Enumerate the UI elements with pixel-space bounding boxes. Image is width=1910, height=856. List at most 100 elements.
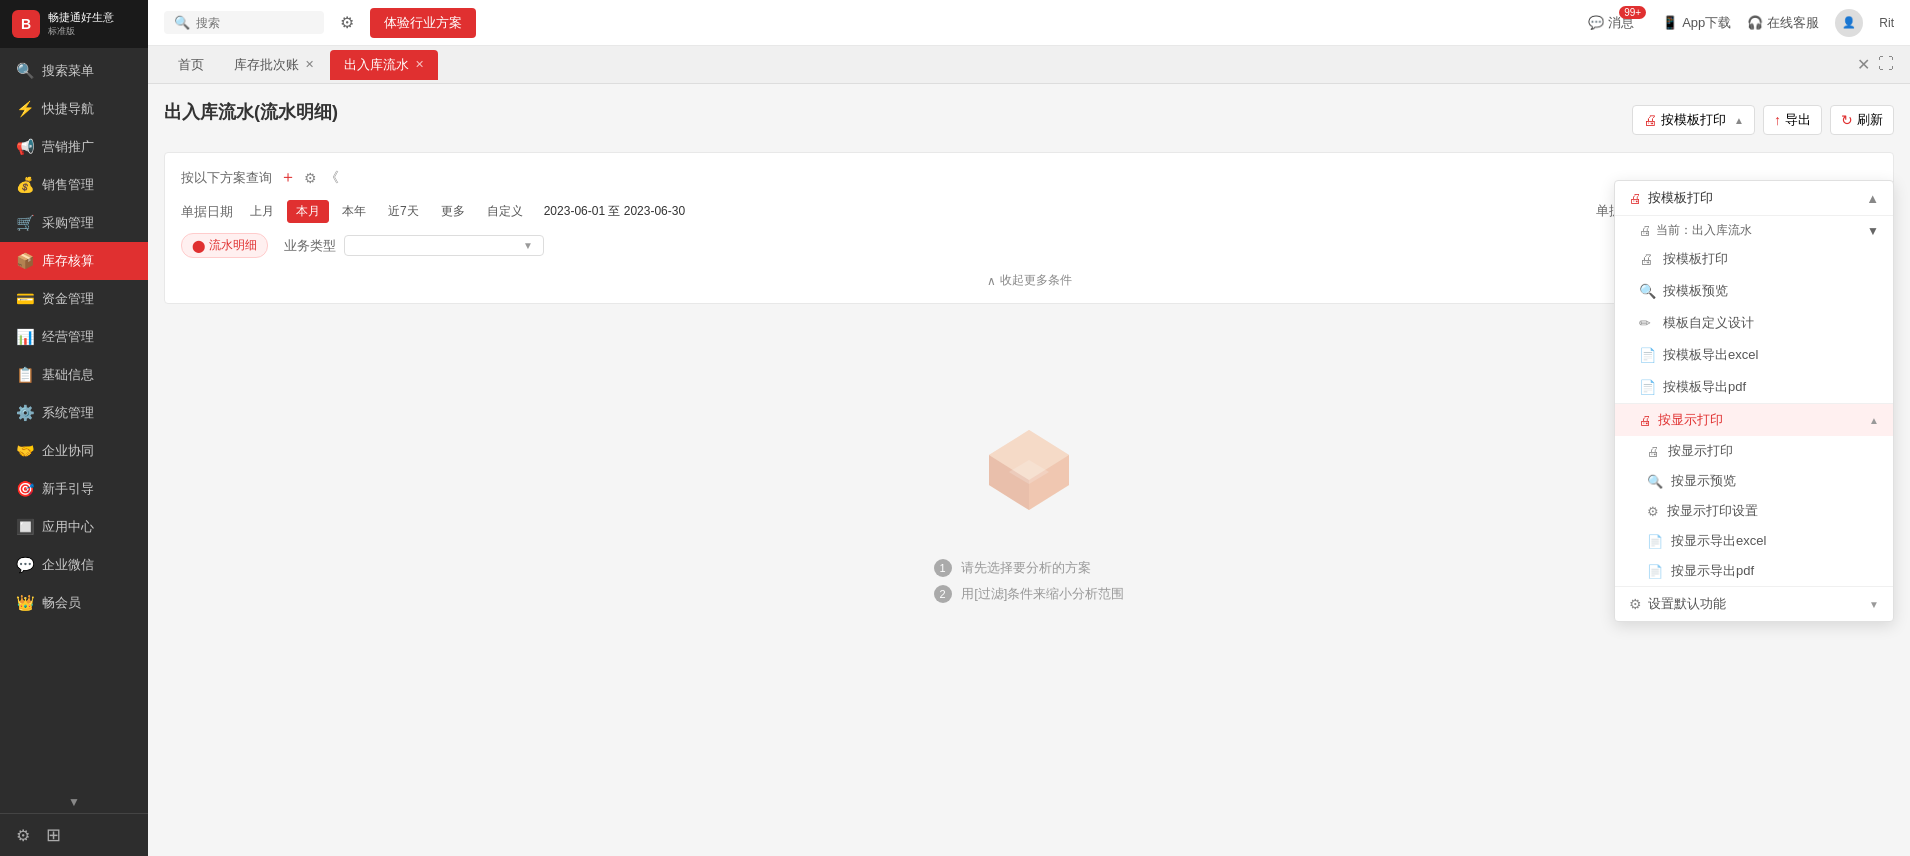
template-custom-icon: ✏ — [1639, 315, 1655, 331]
sidebar-item-label: 销售管理 — [42, 176, 94, 194]
phone-icon: 📱 — [1662, 15, 1678, 30]
empty-hint-1: 1 请先选择要分析的方案 — [934, 559, 1092, 577]
panel-item-display-print-settings[interactable]: ⚙ 按显示打印设置 — [1615, 496, 1893, 526]
date-range-display: 2023-06-01 至 2023-06-30 — [544, 203, 685, 220]
panel-current-indicator: 🖨 当前：出入库流水 ▼ — [1615, 216, 1893, 243]
date-btn-last7[interactable]: 近7天 — [379, 200, 428, 223]
panel-item-template-preview[interactable]: 🔍 按模板预览 — [1615, 275, 1893, 307]
sidebar-item-purchase[interactable]: 🛒 采购管理 — [0, 204, 148, 242]
sidebar-item-basic[interactable]: 📋 基础信息 — [0, 356, 148, 394]
panel-item-template-excel[interactable]: 📄 按模板导出excel — [1615, 339, 1893, 371]
refresh-button[interactable]: ↻ 刷新 — [1830, 105, 1894, 135]
panel-item-display-preview[interactable]: 🔍 按显示预览 — [1615, 466, 1893, 496]
headset-icon: 🎧 — [1747, 15, 1763, 30]
panel-footer-default[interactable]: ⚙ 设置默认功能 ▼ — [1615, 587, 1893, 621]
sidebar-item-enterprise[interactable]: 🤝 企业协同 — [0, 432, 148, 470]
current-arrow-icon: ▼ — [1867, 224, 1879, 238]
sidebar-item-quick-nav[interactable]: ⚡ 快捷导航 — [0, 90, 148, 128]
industry-solution-button[interactable]: 体验行业方案 — [370, 8, 476, 38]
sidebar-item-guide[interactable]: 🎯 新手引导 — [0, 470, 148, 508]
sidebar-item-operation[interactable]: 📊 经营管理 — [0, 318, 148, 356]
app-download-label: App下载 — [1682, 14, 1731, 32]
date-btn-last-month[interactable]: 上月 — [241, 200, 283, 223]
sidebar-item-finance[interactable]: 💳 资金管理 — [0, 280, 148, 318]
close-window-icon[interactable]: ✕ — [1857, 55, 1870, 74]
export-button[interactable]: ↑ 导出 — [1763, 105, 1822, 135]
tab-flow[interactable]: 出入库流水 ✕ — [330, 50, 438, 80]
display-print-header[interactable]: 🖨 按显示打印 ▲ — [1615, 404, 1893, 436]
print-button[interactable]: 🖨 按模板打印 ▲ — [1632, 105, 1755, 135]
panel-chevron-up-icon[interactable]: ▲ — [1866, 191, 1879, 206]
target-icon: 🎯 — [16, 480, 34, 498]
business-type-select[interactable]: ▼ — [344, 235, 544, 256]
maximize-window-icon[interactable]: ⛶ — [1878, 55, 1894, 74]
sidebar-item-label: 畅会员 — [42, 594, 81, 612]
panel-item-display-excel[interactable]: 📄 按显示导出excel — [1615, 526, 1893, 556]
active-filter-tag[interactable]: ⬤ 流水明细 — [181, 233, 268, 258]
filter-tag-icon: ⬤ — [192, 239, 205, 253]
panel-item-label: 按显示打印 — [1668, 442, 1733, 460]
header-gear-button[interactable]: ⚙ — [336, 9, 358, 36]
display-print-section-icon: 🖨 — [1639, 413, 1652, 428]
sidebar-scroll-down[interactable]: ▼ — [0, 791, 148, 813]
sidebar-item-system[interactable]: ⚙️ 系统管理 — [0, 394, 148, 432]
empty-hint-2: 2 用[过滤]条件来缩小分析范围 — [934, 585, 1125, 603]
chat-icon: 💬 — [16, 556, 34, 574]
logo-icon: B — [12, 10, 40, 38]
sidebar-bottom: ⚙ ⊞ — [0, 813, 148, 856]
filter-label: 按以下方案查询 — [181, 169, 272, 187]
sidebar-item-member[interactable]: 👑 畅会员 — [0, 584, 148, 622]
tab-bar: 首页 库存批次账 ✕ 出入库流水 ✕ ✕ ⛶ — [148, 46, 1910, 84]
online-service-button[interactable]: 🎧 在线客服 — [1747, 14, 1819, 32]
app-download-button[interactable]: 📱 App下载 — [1662, 14, 1731, 32]
chevron-up-icon: ▲ — [1734, 115, 1744, 126]
business-type-label: 业务类型 — [284, 237, 336, 255]
main-area: 🔍 ⚙ 体验行业方案 💬 消息 99+ 📱 App下载 🎧 在线客服 👤 Ri — [148, 0, 1910, 856]
panel-item-label: 按模板导出pdf — [1663, 378, 1746, 396]
panel-item-label: 按显示导出pdf — [1671, 562, 1754, 580]
sidebar-item-sales[interactable]: 💰 销售管理 — [0, 166, 148, 204]
settings-icon[interactable]: ⚙ — [16, 826, 30, 845]
default-settings-icon: ⚙ — [1629, 596, 1642, 612]
header-search-input[interactable] — [196, 16, 296, 30]
template-print-section: 🖨 按模板打印 🔍 按模板预览 ✏ 模板自定义设计 📄 按模板导出excel 📄 — [1615, 243, 1893, 404]
tab-batch-close-icon[interactable]: ✕ — [305, 58, 314, 71]
panel-item-template-pdf[interactable]: 📄 按模板导出pdf — [1615, 371, 1893, 403]
tab-flow-close-icon[interactable]: ✕ — [415, 58, 424, 71]
crown-icon: 👑 — [16, 594, 34, 612]
sidebar-item-marketing[interactable]: 📢 营销推广 — [0, 128, 148, 166]
tab-batch[interactable]: 库存批次账 ✕ — [220, 50, 328, 80]
clipboard-icon: 📋 — [16, 366, 34, 384]
filter-collapse-button[interactable]: 《 — [325, 169, 339, 187]
date-btn-this-month[interactable]: 本月 — [287, 200, 329, 223]
date-btn-custom[interactable]: 自定义 — [478, 200, 532, 223]
sidebar-item-search[interactable]: 🔍 搜索菜单 — [0, 52, 148, 90]
app-logo: B 畅捷通好生意 标准版 — [0, 0, 148, 48]
sidebar-item-appstore[interactable]: 🔲 应用中心 — [0, 508, 148, 546]
sidebar-item-label: 企业协同 — [42, 442, 94, 460]
panel-item-display-pdf[interactable]: 📄 按显示导出pdf — [1615, 556, 1893, 586]
message-button[interactable]: 💬 消息 99+ — [1588, 14, 1634, 32]
panel-item-display-print[interactable]: 🖨 按显示打印 — [1615, 436, 1893, 466]
sidebar-item-label: 快捷导航 — [42, 100, 94, 118]
display-preview-icon: 🔍 — [1647, 474, 1663, 489]
gear-icon: ⚙️ — [16, 404, 34, 422]
sidebar-item-label: 搜索菜单 — [42, 62, 94, 80]
box-icon: 📦 — [16, 252, 34, 270]
user-avatar[interactable]: 👤 — [1835, 9, 1863, 37]
sidebar-item-inventory[interactable]: 📦 库存核算 — [0, 242, 148, 280]
collapse-icon[interactable]: ⊞ — [46, 824, 61, 846]
chart-icon: 📊 — [16, 328, 34, 346]
sidebar-item-wechat[interactable]: 💬 企业微信 — [0, 546, 148, 584]
filter-add-button[interactable]: ＋ — [280, 167, 296, 188]
sidebar-item-label: 应用中心 — [42, 518, 94, 536]
panel-item-template-custom[interactable]: ✏ 模板自定义设计 — [1615, 307, 1893, 339]
header-search-box: 🔍 — [164, 11, 324, 34]
panel-item-template-print[interactable]: 🖨 按模板打印 — [1615, 243, 1893, 275]
date-btn-this-year[interactable]: 本年 — [333, 200, 375, 223]
message-icon: 💬 — [1588, 15, 1604, 30]
date-btn-more[interactable]: 更多 — [432, 200, 474, 223]
tab-home[interactable]: 首页 — [164, 50, 218, 80]
filter-setting-button[interactable]: ⚙ — [304, 170, 317, 186]
panel-item-label: 按显示预览 — [1671, 472, 1736, 490]
